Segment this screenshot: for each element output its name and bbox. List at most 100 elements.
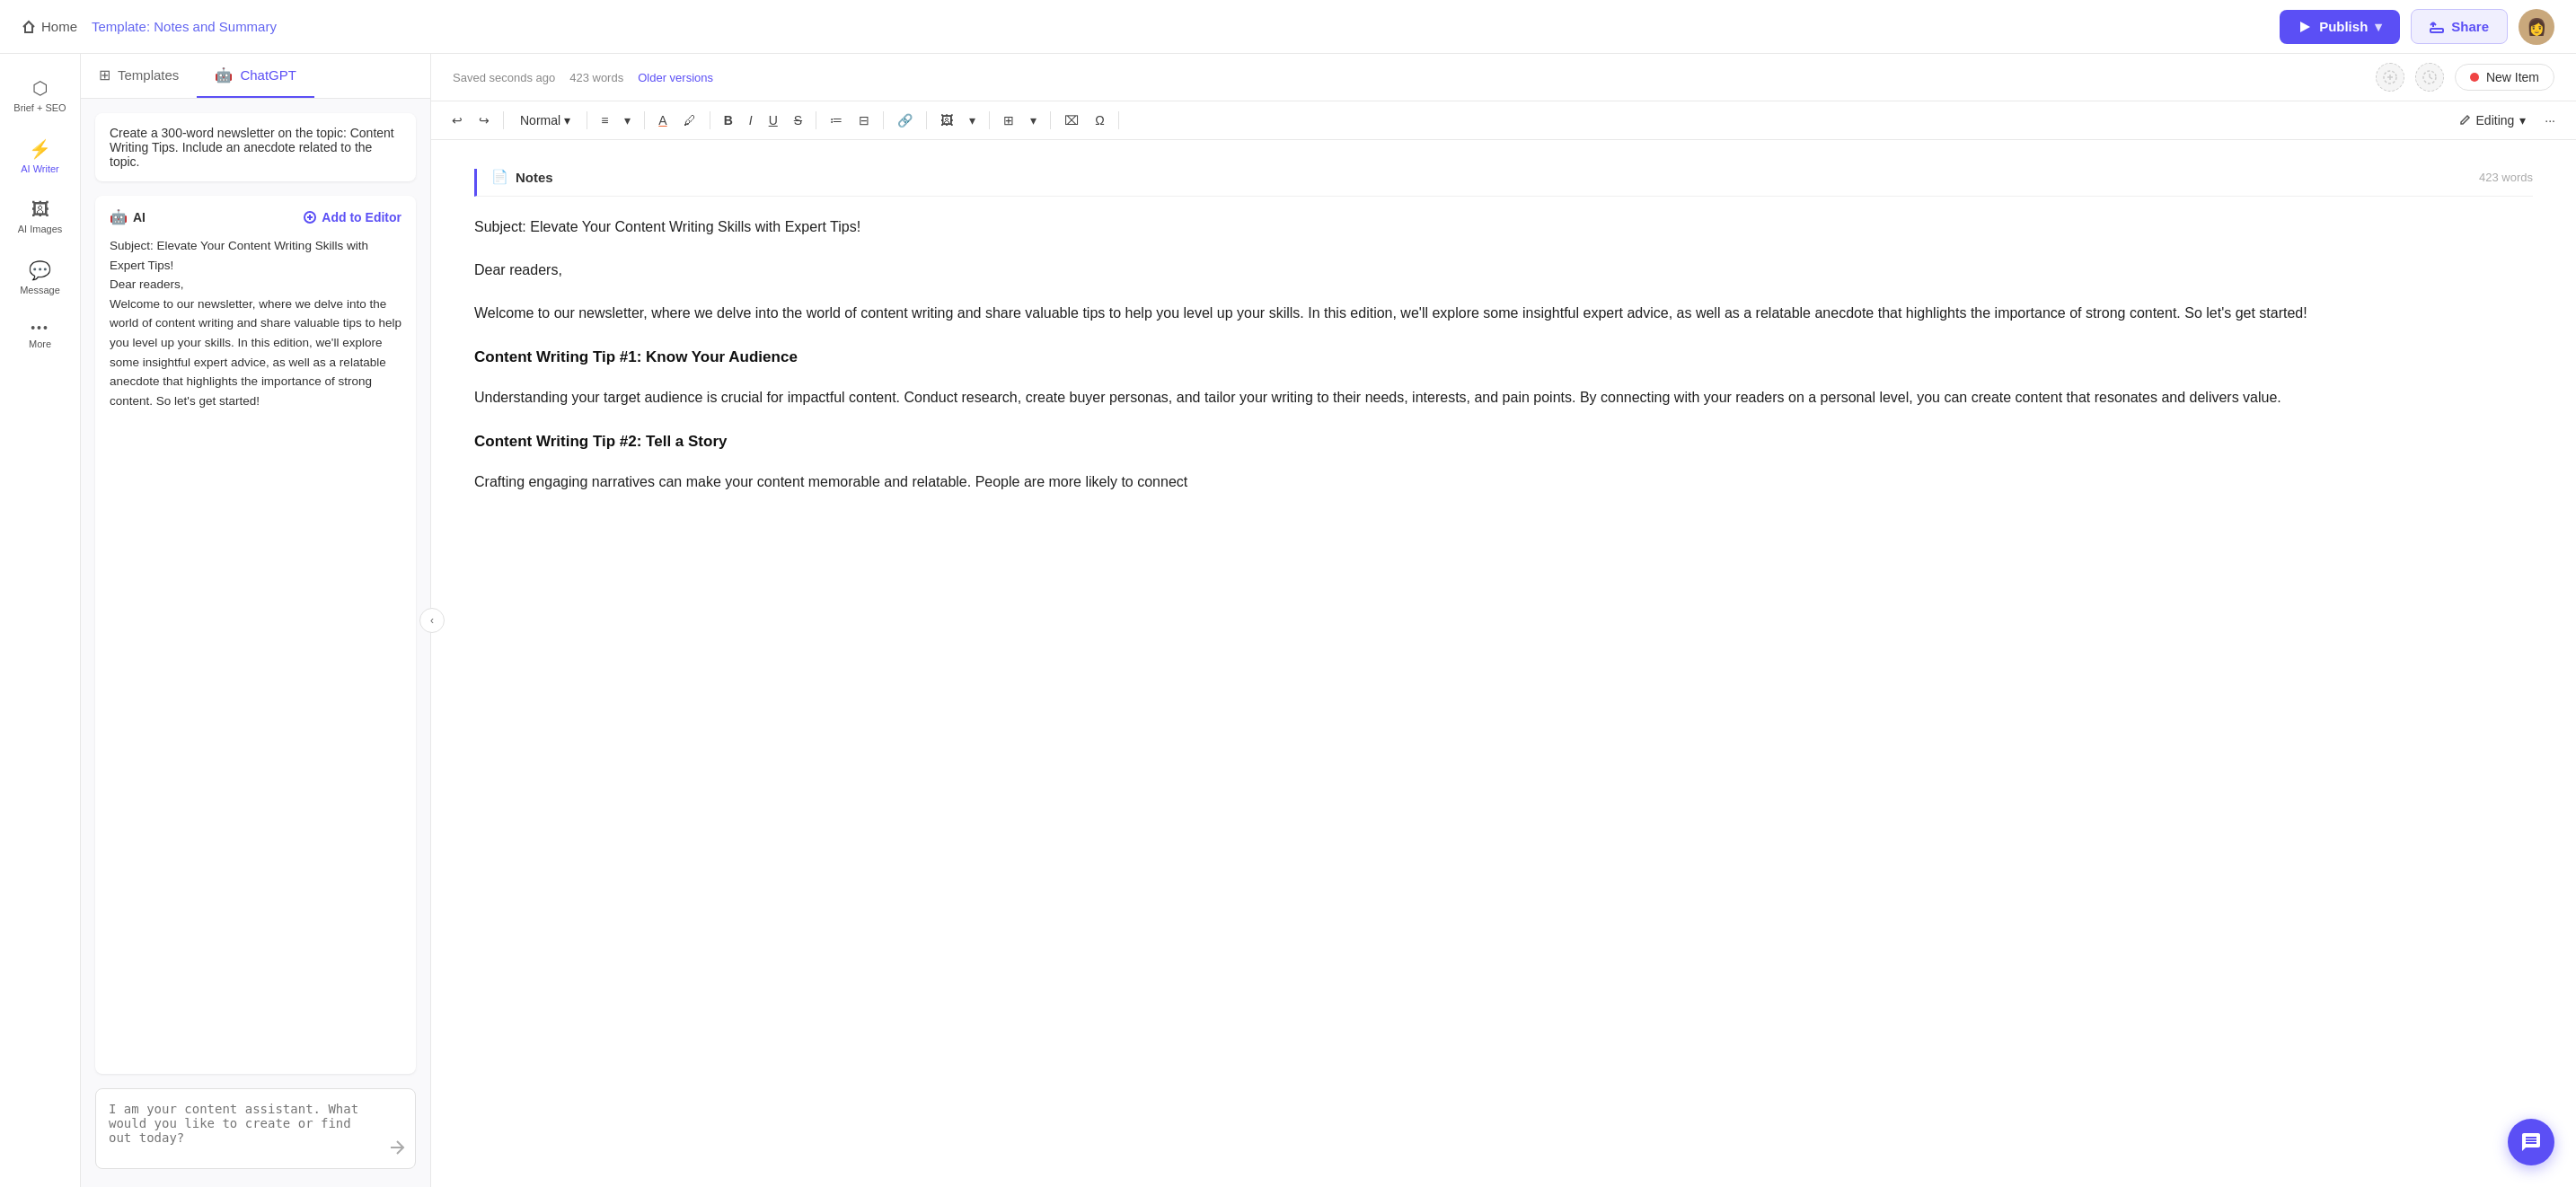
older-versions-link[interactable]: Older versions xyxy=(638,71,713,84)
doc-tip1-title: Content Writing Tip #1: Know Your Audien… xyxy=(474,344,2533,371)
tab-chatgpt-label: ChatGPT xyxy=(240,67,296,83)
toolbar-divider-9 xyxy=(1050,111,1051,129)
saved-text: Saved seconds ago xyxy=(453,71,555,84)
panel-tabs: ⊞ Templates 🤖 ChatGPT xyxy=(81,54,430,99)
ai-robot-icon: 🤖 xyxy=(110,208,128,225)
toolbar-divider-7 xyxy=(926,111,927,129)
breadcrumb-link[interactable]: Notes and Summary xyxy=(154,19,277,34)
ai-response-header: 🤖 AI Add to Editor xyxy=(110,208,401,225)
chat-support-button[interactable] xyxy=(2508,1119,2554,1165)
highlight-button[interactable]: 🖊 xyxy=(677,109,702,132)
sidebar-item-message[interactable]: 💬 Message xyxy=(5,251,75,304)
chat-prompt: Create a 300-word newsletter on the topi… xyxy=(95,113,416,181)
text-style-value: Normal xyxy=(520,113,560,127)
editor-meta-bar: Saved seconds ago 423 words Older versio… xyxy=(431,54,2576,101)
new-item-label: New Item xyxy=(2486,70,2539,84)
editing-mode-label: Editing xyxy=(2476,113,2515,127)
italic-button[interactable]: I xyxy=(743,109,759,132)
table-button[interactable]: ⊞ xyxy=(997,109,1020,132)
special-char-button[interactable]: Ω xyxy=(1089,109,1110,132)
notes-icon: 📄 xyxy=(491,169,508,185)
notes-word-count: 423 words xyxy=(2479,171,2533,184)
image-button[interactable]: 🖼 xyxy=(934,109,959,132)
share-button[interactable]: Share xyxy=(2411,9,2508,44)
publish-label: Publish xyxy=(2319,19,2368,34)
sidebar-item-ai-writer[interactable]: ⚡ AI Writer xyxy=(5,129,75,183)
top-nav: Home Template: Notes and Summary Publish… xyxy=(0,0,2576,54)
word-count: 423 words xyxy=(569,71,623,84)
sidebar-item-ai-images-label: AI Images xyxy=(18,224,63,234)
align-chevron-button[interactable]: ▾ xyxy=(618,109,637,132)
user-avatar[interactable]: 👩 xyxy=(2519,9,2554,45)
editing-mode-button[interactable]: Editing ▾ xyxy=(2449,110,2536,131)
ai-label-text: AI xyxy=(133,210,146,224)
more-options-button[interactable]: ··· xyxy=(2538,109,2562,132)
ordered-list-button[interactable]: ⊟ xyxy=(852,109,876,132)
sidebar-item-brief-seo[interactable]: ⬡ Brief + SEO xyxy=(5,68,75,122)
templates-tab-icon: ⊞ xyxy=(99,66,110,84)
publish-button[interactable]: Publish ▾ xyxy=(2280,10,2400,44)
text-style-chevron-icon: ▾ xyxy=(564,113,570,127)
sidebar-item-ai-writer-label: AI Writer xyxy=(21,163,59,174)
new-item-button[interactable]: New Item xyxy=(2455,64,2554,91)
chat-input-area xyxy=(95,1088,416,1173)
tab-chatgpt[interactable]: 🤖 ChatGPT xyxy=(197,54,314,98)
collapse-panel-button[interactable]: ‹ xyxy=(419,608,445,633)
ai-response-text: Subject: Elevate Your Content Writing Sk… xyxy=(110,236,401,410)
brief-seo-icon: ⬡ xyxy=(32,77,48,99)
svg-line-11 xyxy=(2430,77,2432,79)
add-to-editor-button[interactable]: Add to Editor xyxy=(304,210,401,224)
icon-sidebar: ⬡ Brief + SEO ⚡ AI Writer 🖼 AI Images 💬 … xyxy=(0,54,81,1187)
link-button[interactable]: 🔗 xyxy=(891,109,919,132)
svg-rect-1 xyxy=(2430,29,2443,32)
table-chevron-button[interactable]: ▾ xyxy=(1024,109,1043,132)
redo-button[interactable]: ↪ xyxy=(472,109,496,132)
share-label: Share xyxy=(2451,19,2489,34)
add-to-editor-label: Add to Editor xyxy=(322,210,401,224)
chat-input[interactable] xyxy=(95,1088,416,1169)
undo-button[interactable]: ↩ xyxy=(446,109,469,132)
image-chevron-button[interactable]: ▾ xyxy=(963,109,982,132)
editor-area: Saved seconds ago 423 words Older versio… xyxy=(431,54,2576,1187)
sidebar-item-message-label: Message xyxy=(20,285,60,295)
chat-send-button[interactable] xyxy=(389,1139,405,1160)
publish-chevron-icon: ▾ xyxy=(2375,19,2382,35)
sidebar-item-more-label: More xyxy=(29,339,51,349)
editor-content[interactable]: 📄 Notes 423 words Subject: Elevate Your … xyxy=(431,140,2576,1187)
notes-header: 📄 Notes 423 words xyxy=(474,169,2533,197)
editor-meta-left: Saved seconds ago 423 words Older versio… xyxy=(453,71,713,84)
doc-tip2-body: Crafting engaging narratives can make yo… xyxy=(474,470,2533,495)
tab-templates[interactable]: ⊞ Templates xyxy=(81,54,197,98)
panel: ⊞ Templates 🤖 ChatGPT ‹ Create a 300-wor… xyxy=(81,54,431,1187)
add-collaborator-button[interactable] xyxy=(2376,63,2404,92)
editor-meta-right: New Item xyxy=(2376,63,2554,92)
document-content[interactable]: Subject: Elevate Your Content Writing Sk… xyxy=(474,215,2533,495)
text-color-button[interactable]: A xyxy=(652,109,673,132)
schedule-button[interactable] xyxy=(2415,63,2444,92)
sidebar-item-ai-images[interactable]: 🖼 AI Images xyxy=(5,190,75,243)
bold-button[interactable]: B xyxy=(718,109,739,132)
doc-greeting: Dear readers, xyxy=(474,258,2533,283)
underline-button[interactable]: U xyxy=(763,109,784,132)
strikethrough-button[interactable]: S xyxy=(788,109,808,132)
toolbar-divider-10 xyxy=(1118,111,1119,129)
home-label: Home xyxy=(41,19,77,34)
sidebar-item-more[interactable]: ••• More xyxy=(5,312,75,358)
doc-intro: Welcome to our newsletter, where we delv… xyxy=(474,301,2533,326)
clear-format-button[interactable]: ⌧ xyxy=(1058,109,1085,132)
doc-tip2-title: Content Writing Tip #2: Tell a Story xyxy=(474,428,2533,455)
ai-response-intro: Welcome to our newsletter, where we delv… xyxy=(110,295,401,411)
bullet-list-button[interactable]: ≔ xyxy=(824,109,849,132)
breadcrumb-prefix: Template: xyxy=(92,19,150,34)
home-link[interactable]: Home xyxy=(22,19,77,34)
toolbar-divider-6 xyxy=(883,111,884,129)
align-button[interactable]: ≡ xyxy=(595,109,614,132)
ai-response-greeting: Dear readers, xyxy=(110,275,401,295)
toolbar-right: Editing ▾ ··· xyxy=(2449,109,2562,132)
sidebar-item-brief-seo-label: Brief + SEO xyxy=(13,102,66,113)
main-layout: ⬡ Brief + SEO ⚡ AI Writer 🖼 AI Images 💬 … xyxy=(0,54,2576,1187)
ai-response-block: 🤖 AI Add to Editor Subject: Elevate Your… xyxy=(95,196,416,1074)
text-style-select[interactable]: Normal ▾ xyxy=(511,110,579,131)
chat-prompt-text: Create a 300-word newsletter on the topi… xyxy=(110,126,394,169)
svg-marker-0 xyxy=(2300,22,2310,32)
